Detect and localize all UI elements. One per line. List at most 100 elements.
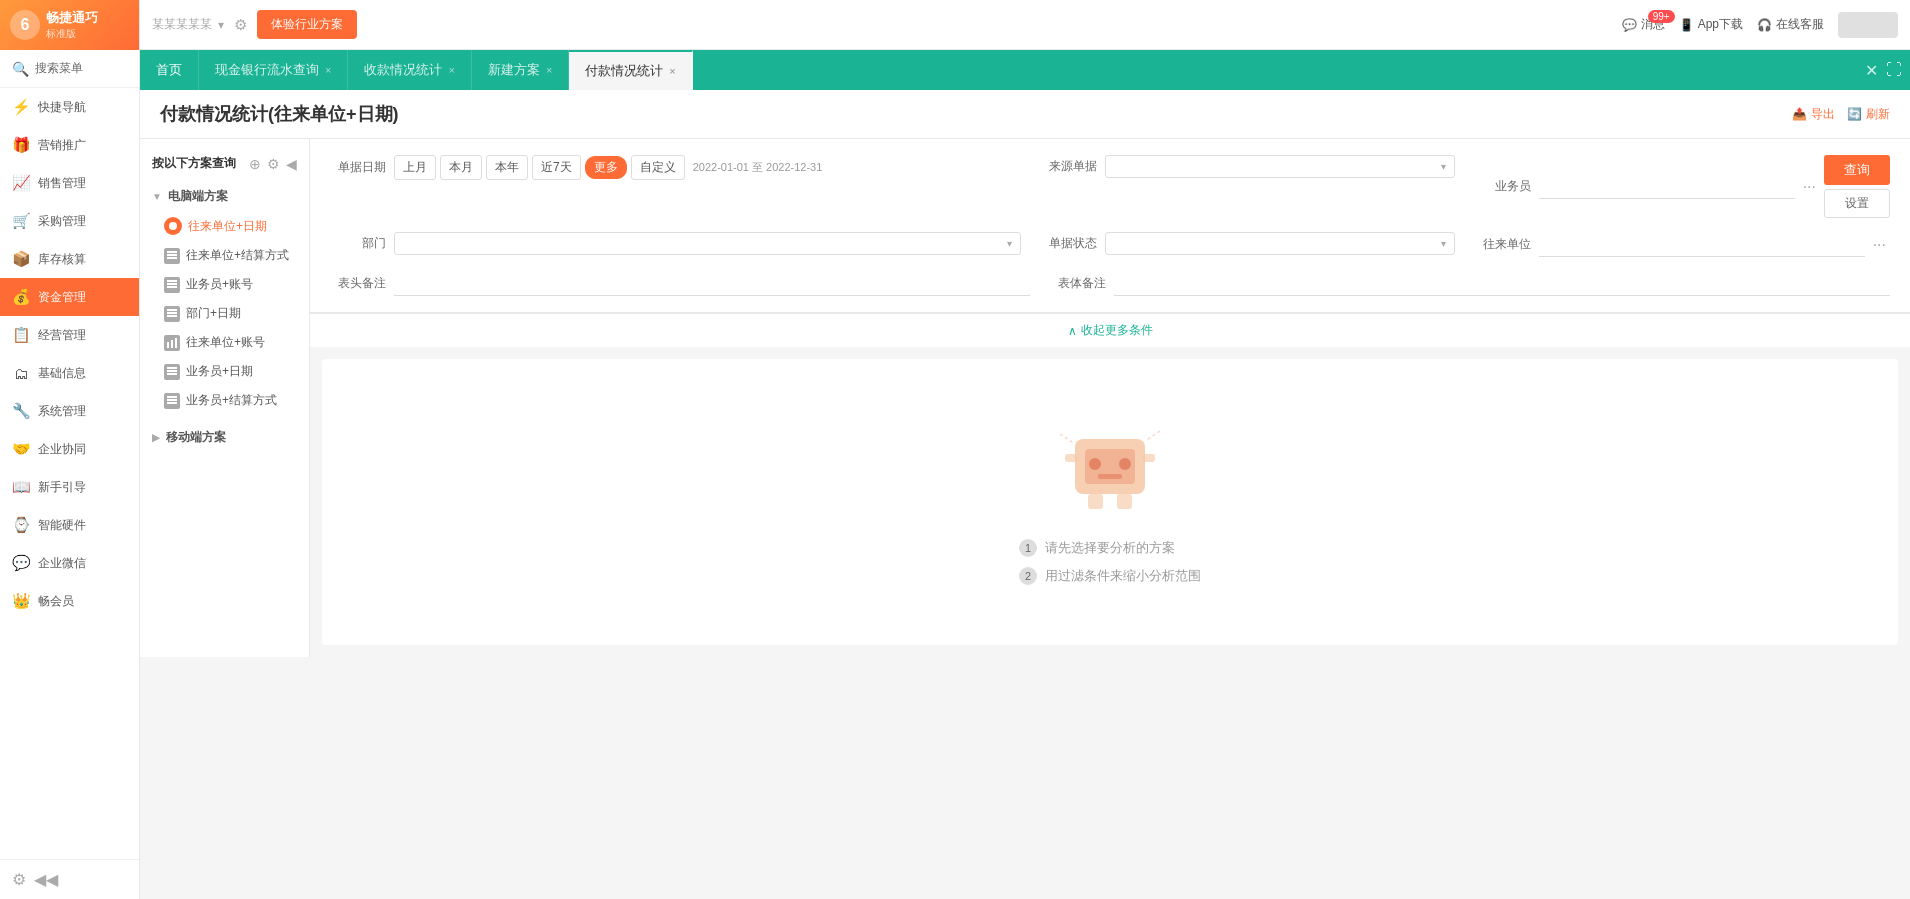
purchase-icon: 🛒 — [12, 212, 30, 230]
settings-footer-icon[interactable]: ⚙ — [12, 870, 26, 889]
solution-group-pc: ▼ 电脑端方案 往来单位+日期 往来单位+结算方式 — [140, 178, 309, 419]
solution-group-pc-header[interactable]: ▼ 电脑端方案 — [140, 182, 309, 211]
tab-bank[interactable]: 现金银行流水查询 × — [199, 50, 348, 90]
online-service-button[interactable]: 🎧 在线客服 — [1757, 16, 1824, 33]
tab-receipt-close[interactable]: × — [448, 64, 454, 76]
sidebar-item-cooperation[interactable]: 🤝 企业协同 — [0, 430, 139, 468]
tab-receipt[interactable]: 收款情况统计 × — [348, 50, 471, 90]
date-btn-last-month[interactable]: 上月 — [394, 155, 436, 180]
sidebar-item-quick-nav[interactable]: ⚡ 快捷导航 — [0, 88, 139, 126]
tab-payment-close[interactable]: × — [669, 65, 675, 77]
guide-icon: 📖 — [12, 478, 30, 496]
solution-group-mobile-header[interactable]: ▶ 移动端方案 — [140, 423, 309, 452]
body-note-input[interactable] — [1114, 271, 1890, 296]
solution-item-staff-account[interactable]: 业务员+账号 — [140, 270, 309, 299]
notice-button[interactable]: 💬 消息 99+ — [1622, 16, 1665, 33]
sidebar-item-basic-info[interactable]: 🗂 基础信息 — [0, 354, 139, 392]
tabbar-right-actions: ✕ ⛶ — [1857, 50, 1910, 90]
search-menu-item[interactable]: 🔍 搜索菜单 — [0, 50, 139, 88]
page-header-actions: 📤 导出 🔄 刷新 — [1792, 106, 1890, 123]
sidebar-item-operations[interactable]: 📋 经营管理 — [0, 316, 139, 354]
left-panel: 按以下方案查询 ⊕ ⚙ ◀ ▼ 电脑端方案 — [140, 139, 310, 657]
tab-home[interactable]: 首页 — [140, 50, 199, 90]
filter-item-dept: 部门 ▾ — [330, 232, 1021, 255]
staff-more-icon[interactable]: ··· — [1799, 178, 1820, 196]
active-dot-icon — [164, 217, 182, 235]
solution-item-partner-account[interactable]: 往来单位+账号 — [140, 328, 309, 357]
solution-item-staff-date[interactable]: 业务员+日期 — [140, 357, 309, 386]
filter-section: 单据日期 上月 本月 本年 近7天 更多 自定义 2022-01-01 至 20… — [310, 139, 1910, 313]
staff-input[interactable] — [1539, 174, 1794, 199]
app-label: App下载 — [1698, 16, 1743, 33]
tab-receipt-label: 收款情况统计 — [364, 61, 442, 79]
solution-item-label: 业务员+账号 — [186, 276, 253, 293]
date-btn-more[interactable]: 更多 — [585, 156, 627, 179]
svg-rect-24 — [1065, 454, 1077, 462]
tab-new-plan-close[interactable]: × — [546, 64, 552, 76]
date-btn-custom[interactable]: 自定义 — [631, 155, 685, 180]
header-note-input[interactable] — [394, 271, 1030, 296]
collapse-panel-icon[interactable]: ◀ — [286, 156, 297, 172]
export-label: 导出 — [1811, 106, 1835, 123]
date-btn-7days[interactable]: 近7天 — [532, 155, 581, 180]
topbar: 某某某某某 ▾ ⚙ 体验行业方案 💬 消息 99+ 📱 App下载 🎧 在线客服 — [140, 0, 1910, 50]
query-button[interactable]: 查询 — [1824, 155, 1890, 185]
filter-item-body-note: 表体备注 — [1050, 271, 1890, 296]
export-button[interactable]: 📤 导出 — [1792, 106, 1835, 123]
sidebar-item-inventory[interactable]: 📦 库存核算 — [0, 240, 139, 278]
sales-icon: 📈 — [12, 174, 30, 192]
partner-more-icon[interactable]: ··· — [1869, 236, 1890, 254]
refresh-button[interactable]: 🔄 刷新 — [1847, 106, 1890, 123]
solution-item-partner-settlement[interactable]: 往来单位+结算方式 — [140, 241, 309, 270]
tab-maximize-icon[interactable]: ⛶ — [1886, 61, 1902, 79]
company-dropdown-arrow[interactable]: ▾ — [218, 18, 224, 32]
collapse-conditions-button[interactable]: ∧ 收起更多条件 — [310, 313, 1910, 347]
sidebar-item-system[interactable]: 🔧 系统管理 — [0, 392, 139, 430]
dept-select[interactable]: ▾ — [394, 232, 1021, 255]
date-btn-this-month[interactable]: 本月 — [440, 155, 482, 180]
mobile-group-arrow: ▶ — [152, 432, 160, 443]
sidebar-item-sales[interactable]: 📈 销售管理 — [0, 164, 139, 202]
solution-item-label: 往来单位+账号 — [186, 334, 265, 351]
settings-gear-icon[interactable]: ⚙ — [230, 12, 251, 38]
status-select[interactable]: ▾ — [1105, 232, 1456, 255]
app-download-button[interactable]: 📱 App下载 — [1679, 16, 1743, 33]
date-btn-this-year[interactable]: 本年 — [486, 155, 528, 180]
svg-rect-11 — [171, 340, 173, 348]
dept-label: 部门 — [330, 235, 386, 252]
svg-line-28 — [1060, 434, 1075, 444]
company-name: 某某某某某 — [152, 16, 212, 33]
svg-rect-9 — [167, 315, 177, 317]
svg-rect-16 — [167, 396, 177, 398]
solution-item-staff-settlement[interactable]: 业务员+结算方式 — [140, 386, 309, 415]
status-dropdown-arrow: ▾ — [1441, 238, 1446, 249]
sidebar-item-purchase[interactable]: 🛒 采购管理 — [0, 202, 139, 240]
settings-plan-icon[interactable]: ⚙ — [267, 156, 280, 172]
solution-item-partner-date[interactable]: 往来单位+日期 — [140, 211, 309, 241]
trial-button[interactable]: 体验行业方案 — [257, 10, 357, 39]
sidebar-item-marketing[interactable]: 🎁 营销推广 — [0, 126, 139, 164]
sidebar-item-finance[interactable]: 💰 资金管理 — [0, 278, 139, 316]
right-panel: 单据日期 上月 本月 本年 近7天 更多 自定义 2022-01-01 至 20… — [310, 139, 1910, 657]
solution-item-dept-date[interactable]: 部门+日期 — [140, 299, 309, 328]
user-avatar[interactable] — [1838, 12, 1898, 38]
collapse-sidebar-icon[interactable]: ◀◀ — [34, 870, 58, 889]
tab-bank-close[interactable]: × — [325, 64, 331, 76]
tip-num-1: 1 — [1019, 539, 1037, 557]
sidebar-item-wechat[interactable]: 💬 企业微信 — [0, 544, 139, 582]
tab-new-plan[interactable]: 新建方案 × — [472, 50, 569, 90]
filter-item-header-note: 表头备注 — [330, 271, 1030, 296]
settings-button[interactable]: 设置 — [1824, 189, 1890, 218]
tab-payment[interactable]: 付款情况统计 × — [569, 50, 692, 90]
filter-item-date: 单据日期 上月 本月 本年 近7天 更多 自定义 2022-01-01 至 20… — [330, 155, 1021, 180]
add-plan-icon[interactable]: ⊕ — [249, 156, 261, 172]
body-area: 按以下方案查询 ⊕ ⚙ ◀ ▼ 电脑端方案 — [140, 139, 1910, 657]
sidebar-item-guide[interactable]: 📖 新手引导 — [0, 468, 139, 506]
sidebar-item-membership[interactable]: 👑 畅会员 — [0, 582, 139, 620]
source-select[interactable]: ▾ — [1105, 155, 1456, 178]
app-icon: 📱 — [1679, 18, 1694, 32]
tab-close-all-icon[interactable]: ✕ — [1865, 61, 1878, 80]
date-control: 上月 本月 本年 近7天 更多 自定义 2022-01-01 至 2022-12… — [394, 155, 1021, 180]
partner-input[interactable] — [1539, 232, 1864, 257]
sidebar-item-hardware[interactable]: ⌚ 智能硬件 — [0, 506, 139, 544]
